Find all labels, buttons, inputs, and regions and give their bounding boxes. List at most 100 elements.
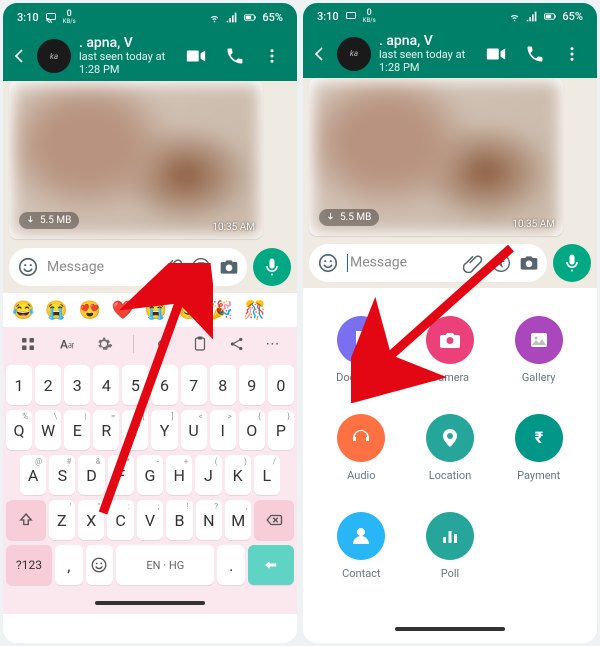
emoji-suggestion[interactable]: 🎊 — [244, 300, 266, 321]
attach-icon[interactable] — [463, 253, 483, 273]
attach-contact[interactable]: Contact — [317, 512, 406, 604]
period-key[interactable]: . — [217, 545, 245, 585]
chat-title-block[interactable]: . apna, V last seen today at 1:28 PM — [79, 35, 177, 76]
emoji-suggestion[interactable]: 😭 — [45, 300, 67, 321]
share-icon[interactable] — [228, 335, 246, 353]
symbols-key[interactable]: ?123 — [6, 545, 52, 585]
menu-button[interactable] — [563, 45, 581, 63]
attach-document[interactable]: Document — [317, 316, 406, 408]
settings-icon[interactable] — [95, 335, 113, 353]
key-D[interactable]: D& — [78, 455, 104, 495]
avatar[interactable]: ka — [337, 37, 371, 71]
message-input[interactable]: Message — [9, 248, 247, 286]
attach-poll[interactable]: Poll — [406, 512, 495, 604]
download-badge[interactable]: 5.5 MB — [19, 212, 79, 229]
lang-switch-icon[interactable] — [56, 335, 76, 353]
key-U[interactable]: U< — [181, 410, 207, 450]
key-L[interactable]: L/ — [254, 455, 280, 495]
emoji-key[interactable] — [86, 545, 114, 585]
key-I[interactable]: I> — [210, 410, 236, 450]
payment-icon[interactable] — [191, 257, 211, 277]
key-O[interactable]: O{ — [239, 410, 265, 450]
message-input[interactable]: Message — [309, 244, 547, 282]
mic-button[interactable] — [253, 248, 291, 286]
space-key[interactable]: EN · HG — [116, 545, 214, 585]
clipboard-icon[interactable] — [191, 335, 209, 353]
image-message[interactable]: 5.5 MB 10:35 AM — [309, 78, 563, 236]
backspace-key[interactable] — [254, 500, 294, 540]
attach-location[interactable]: Location — [406, 414, 495, 506]
key-H[interactable]: H+ — [166, 455, 192, 495]
key-3[interactable]: 3 — [64, 365, 90, 405]
video-call-button[interactable] — [485, 43, 507, 65]
emoji-icon[interactable] — [17, 256, 39, 278]
menu-button[interactable] — [263, 47, 281, 65]
emoji-suggestion[interactable]: 😭 — [145, 300, 167, 321]
avatar[interactable]: ka — [37, 39, 71, 73]
comma-key[interactable]: , — [55, 545, 83, 585]
key-8[interactable]: 8 — [210, 365, 236, 405]
key-0[interactable]: 0 — [268, 365, 294, 405]
camera-icon[interactable] — [219, 257, 239, 277]
attach-audio[interactable]: Audio — [317, 414, 406, 506]
image-message[interactable]: 5.5 MB 10:35 AM — [9, 81, 263, 239]
key-A[interactable]: A@ — [20, 455, 46, 495]
payment-icon[interactable] — [491, 253, 511, 273]
key-X[interactable]: X" — [78, 500, 104, 540]
android-nav — [3, 592, 297, 614]
voice-call-button[interactable] — [525, 44, 545, 64]
back-button[interactable] — [309, 44, 329, 64]
emoji-icon[interactable] — [317, 252, 339, 274]
ring-icon[interactable] — [153, 335, 171, 353]
attach-icon[interactable] — [163, 257, 183, 277]
key-T[interactable]: T[ — [122, 410, 148, 450]
key-R[interactable]: R= — [93, 410, 119, 450]
voice-call-button[interactable] — [225, 46, 245, 66]
key-G[interactable]: G- — [137, 455, 163, 495]
key-C[interactable]: C: — [107, 500, 133, 540]
shift-key[interactable] — [6, 500, 46, 540]
video-call-button[interactable] — [185, 45, 207, 67]
key-6[interactable]: 6 — [151, 365, 177, 405]
attach-gallery[interactable]: Gallery — [494, 316, 583, 408]
key-P[interactable]: P} — [268, 410, 294, 450]
key-B[interactable]: B! — [166, 500, 192, 540]
battery-icon — [542, 10, 558, 23]
more-icon[interactable]: ⋯ — [265, 336, 281, 352]
key-S[interactable]: S# — [49, 455, 75, 495]
grid-icon[interactable] — [19, 335, 37, 353]
nav-pill[interactable] — [95, 601, 205, 605]
nav-pill[interactable] — [395, 627, 505, 631]
key-V[interactable]: V; — [137, 500, 163, 540]
key-J[interactable]: J( — [195, 455, 221, 495]
key-Z[interactable]: Z' — [49, 500, 75, 540]
key-Y[interactable]: Y] — [151, 410, 177, 450]
key-Q[interactable]: Q% — [6, 410, 32, 450]
emoji-suggestion[interactable]: 😍 — [78, 300, 100, 321]
download-badge[interactable]: 5.5 MB — [319, 209, 379, 226]
back-button[interactable] — [9, 46, 29, 66]
key-2[interactable]: 2 — [35, 365, 61, 405]
key-1[interactable]: 1 — [6, 365, 32, 405]
key-K[interactable]: K) — [225, 455, 251, 495]
key-4[interactable]: 4 — [93, 365, 119, 405]
camera-icon[interactable] — [519, 253, 539, 273]
attach-camera[interactable]: Camera — [406, 316, 495, 408]
key-W[interactable]: W\ — [35, 410, 61, 450]
attach-label: Location — [429, 469, 472, 482]
chat-title-block[interactable]: . apna, V last seen today at 1:28 PM — [379, 33, 477, 74]
attach-payment[interactable]: Payment — [494, 414, 583, 506]
key-F[interactable]: F* — [108, 455, 134, 495]
key-5[interactable]: 5 — [122, 365, 148, 405]
enter-key[interactable] — [248, 545, 294, 585]
emoji-suggestion[interactable]: 🎉 — [211, 300, 233, 321]
emoji-suggestion[interactable]: 😊 — [178, 300, 200, 321]
key-N[interactable]: N? — [196, 500, 222, 540]
key-E[interactable]: E| — [64, 410, 90, 450]
emoji-suggestion[interactable]: ❤️ — [112, 300, 134, 321]
key-7[interactable]: 7 — [181, 365, 207, 405]
mic-button[interactable] — [553, 244, 591, 282]
emoji-suggestion[interactable]: 😂 — [12, 300, 34, 321]
key-9[interactable]: 9 — [239, 365, 265, 405]
key-M[interactable]: M, — [225, 500, 251, 540]
